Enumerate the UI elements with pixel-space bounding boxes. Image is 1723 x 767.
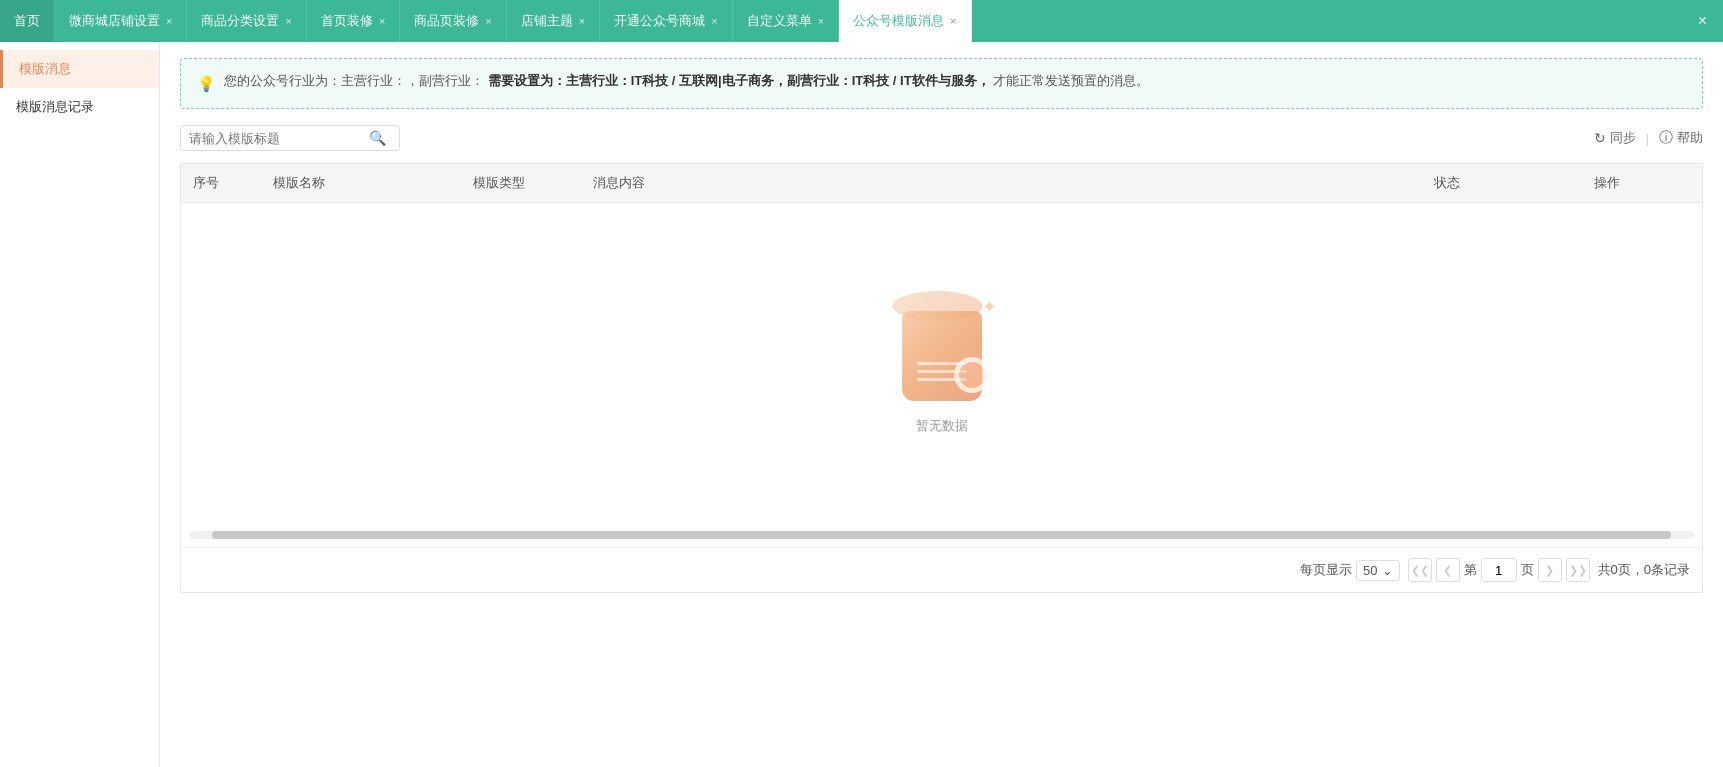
help-icon: ⓘ (1659, 129, 1673, 147)
table-header-col-4: 状态 (1422, 164, 1582, 202)
top-nav: 首页微商城店铺设置×商品分类设置×首页装修×商品页装修×店铺主题×开通公众号商城… (0, 0, 1723, 42)
page-label-after: 页 (1521, 561, 1534, 579)
global-close-button[interactable]: × (1682, 12, 1723, 30)
nav-item-5[interactable]: 店铺主题× (507, 0, 600, 42)
nav-item-7[interactable]: 自定义菜单× (733, 0, 839, 42)
table-header: 序号模版名称模版类型消息内容状态操作 (181, 164, 1702, 203)
page-navigation: ❮❮ ❮ 第 页 ❯ ❯❯ (1408, 558, 1590, 582)
table-header-col-1: 模版名称 (261, 164, 461, 202)
nav-close-2[interactable]: × (285, 15, 291, 27)
pagination: 每页显示 50 ⌄ ❮❮ ❮ 第 页 ❯ ❯❯ 共0页，0条记录 (181, 547, 1702, 592)
nav-close-3[interactable]: × (379, 15, 385, 27)
bulb-icon: 💡 (197, 72, 216, 96)
magnify-icon (954, 357, 990, 393)
nav-close-4[interactable]: × (485, 15, 491, 27)
nav-item-2[interactable]: 商品分类设置× (187, 0, 306, 42)
chevron-down-icon: ⌄ (1382, 563, 1393, 578)
nav-close-6[interactable]: × (711, 15, 717, 27)
sidebar: 模版消息模版消息记录 (0, 42, 160, 767)
data-table: 序号模版名称模版类型消息内容状态操作 ✦ 暂无数据 (180, 163, 1703, 593)
nav-item-1[interactable]: 微商城店铺设置× (55, 0, 187, 42)
search-input-wrap: 🔍 (180, 125, 400, 151)
nav-item-4[interactable]: 商品页装修× (400, 0, 506, 42)
sync-icon: ↻ (1594, 130, 1606, 146)
nav-close-8[interactable]: × (950, 15, 956, 27)
nav-item-3[interactable]: 首页装修× (307, 0, 400, 42)
page-size-selector: 每页显示 50 ⌄ (1300, 560, 1399, 581)
total-info: 共0页，0条记录 (1598, 561, 1690, 579)
nav-item-6[interactable]: 开通公众号商城× (600, 0, 732, 42)
nav-close-1[interactable]: × (166, 15, 172, 27)
nav-close-7[interactable]: × (818, 15, 824, 27)
page-label-before: 第 (1464, 561, 1477, 579)
info-banner-text: 您的公众号行业为：主营行业：，副营行业： 需要设置为：主营行业：IT科技 / 互… (224, 71, 1149, 92)
first-page-button[interactable]: ❮❮ (1408, 558, 1432, 582)
search-icon[interactable]: 🔍 (369, 130, 386, 146)
page-number-input[interactable] (1481, 558, 1517, 582)
sidebar-item-1[interactable]: 模版消息记录 (0, 88, 159, 126)
page-size-value: 50 (1363, 563, 1377, 578)
table-header-col-3: 消息内容 (581, 164, 1422, 202)
sparkle-icon: ✦ (982, 296, 997, 318)
table-header-col-0: 序号 (181, 164, 261, 202)
last-page-button[interactable]: ❯❯ (1566, 558, 1590, 582)
sidebar-item-0[interactable]: 模版消息 (0, 50, 159, 88)
help-button[interactable]: ⓘ 帮助 (1659, 129, 1703, 147)
prev-page-button[interactable]: ❮ (1436, 558, 1460, 582)
content-area: 💡 您的公众号行业为：主营行业：，副营行业： 需要设置为：主营行业：IT科技 /… (160, 42, 1723, 767)
scroll-track[interactable] (189, 531, 1694, 539)
nav-item-8[interactable]: 公众号模版消息× (839, 0, 971, 42)
info-highlight: 需要设置为：主营行业：IT科技 / 互联网|电子商务，副营行业：IT科技 / I… (488, 73, 990, 88)
search-input[interactable] (189, 131, 369, 146)
search-actions: ↻ 同步 | ⓘ 帮助 (1594, 129, 1703, 147)
scroll-track-container (181, 531, 1702, 539)
table-header-col-2: 模版类型 (461, 164, 581, 202)
main-layout: 模版消息模版消息记录 💡 您的公众号行业为：主营行业：，副营行业： 需要设置为：… (0, 42, 1723, 767)
page-size-label: 每页显示 (1300, 561, 1352, 579)
nav-close-5[interactable]: × (579, 15, 585, 27)
empty-text: 暂无数据 (916, 417, 968, 435)
table-header-col-5: 操作 (1582, 164, 1702, 202)
info-banner: 💡 您的公众号行业为：主营行业：，副营行业： 需要设置为：主营行业：IT科技 /… (180, 58, 1703, 109)
divider: | (1646, 131, 1649, 146)
nav-item-0[interactable]: 首页 (0, 0, 55, 42)
sync-button[interactable]: ↻ 同步 (1594, 129, 1636, 147)
empty-illustration: ✦ (882, 291, 1002, 401)
table-body: ✦ 暂无数据 (181, 203, 1702, 523)
scroll-thumb (212, 531, 1672, 539)
search-bar: 🔍 ↻ 同步 | ⓘ 帮助 (180, 125, 1703, 151)
next-page-button[interactable]: ❯ (1538, 558, 1562, 582)
page-size-select-box[interactable]: 50 ⌄ (1356, 560, 1399, 581)
